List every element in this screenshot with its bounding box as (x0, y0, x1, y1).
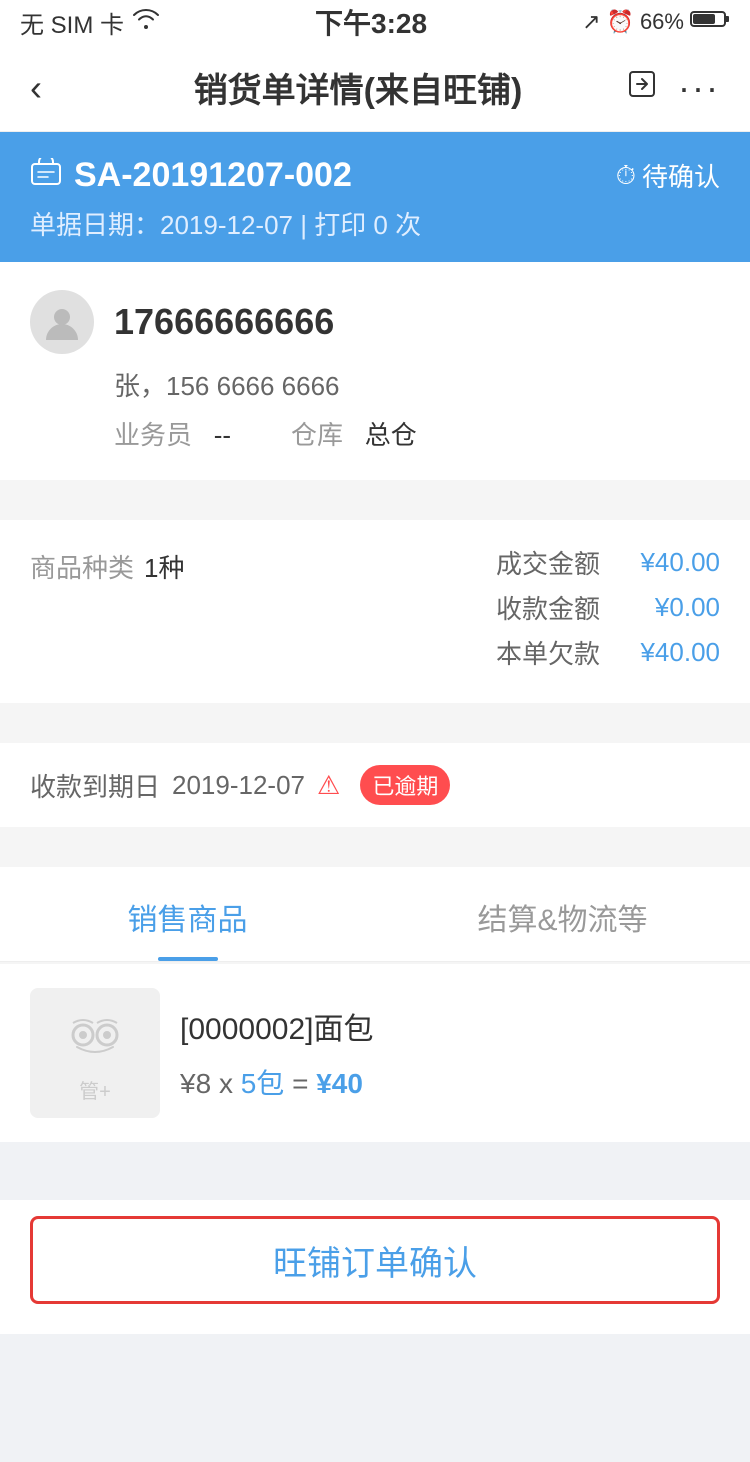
carrier-text: 无 SIM 卡 (20, 5, 124, 40)
product-type-value: 1种 (144, 548, 184, 585)
finance-amounts: 成交金额 ¥40.00 收款金额 ¥0.00 本单欠款 ¥40.00 (496, 544, 720, 679)
nav-actions: ··· (626, 67, 720, 109)
amount-label: 成交金额 (496, 544, 600, 581)
alarm-icon: ⏰ (607, 9, 634, 35)
product-qty: 5包 (241, 1068, 285, 1099)
finance-section: 商品种类 1种 成交金额 ¥40.00 收款金额 ¥0.00 本单欠款 ¥40.… (0, 520, 750, 703)
status-clock-icon: ⏱ (616, 160, 636, 192)
sales-label: 业务员 (114, 420, 192, 450)
confirm-btn-label: 旺铺订单确认 (273, 1236, 477, 1285)
status-right: ↗ ⏰ 66% (582, 9, 730, 35)
product-total: ¥40 (316, 1068, 363, 1099)
order-date: 单据日期：2019-12-07 | 打印 0 次 (30, 205, 720, 242)
tab-settlement-label: 结算&物流等 (477, 904, 647, 937)
due-date-label: 收款到期日 (30, 767, 160, 804)
status-time: 下午3:28 (315, 2, 427, 42)
customer-meta: 业务员 -- 仓库 总仓 (114, 415, 720, 452)
page-title: 销货单详情(来自旺铺) (194, 63, 523, 112)
warehouse-label: 仓库 (291, 420, 343, 450)
product-name: [0000002]面包 (180, 1004, 720, 1048)
debt-row: 本单欠款 ¥40.00 (496, 634, 720, 671)
debt-label: 本单欠款 (496, 634, 600, 671)
customer-phone: 17666666666 (114, 301, 334, 343)
due-date-value: 2019-12-07 (172, 770, 305, 801)
received-label: 收款金额 (496, 589, 600, 626)
amount-row: 成交金额 ¥40.00 (496, 544, 720, 581)
product-type: 商品种类 1种 (30, 544, 184, 585)
confirm-order-button[interactable]: 旺铺订单确认 (30, 1216, 720, 1304)
tab-sales-products[interactable]: 销售商品 (0, 867, 375, 961)
product-multiply: x (219, 1068, 241, 1099)
product-section: 管+ [0000002]面包 ¥8 x 5包 = ¥40 (0, 964, 750, 1142)
tabs-row: 销售商品 结算&物流等 (0, 867, 750, 961)
status-bar: 无 SIM 卡 下午3:28 ↗ ⏰ 66% (0, 0, 750, 44)
amount-value: ¥40.00 (620, 547, 720, 578)
battery-icon (690, 9, 730, 35)
back-button[interactable]: ‹ (30, 67, 90, 109)
status-left: 无 SIM 卡 (20, 5, 160, 40)
product-equals: = (292, 1068, 316, 1099)
product-item: 管+ [0000002]面包 ¥8 x 5包 = ¥40 (30, 988, 720, 1118)
received-row: 收款金额 ¥0.00 (496, 589, 720, 626)
order-status: ⏱ 待确认 (616, 157, 720, 194)
battery-text: 66% (640, 9, 684, 35)
share-icon[interactable] (626, 68, 658, 107)
wifi-icon (132, 8, 160, 36)
order-icon (30, 156, 62, 195)
warehouse-value: 总仓 (365, 420, 417, 450)
customer-section: 17666666666 张，156 6666 6666 业务员 -- 仓库 总仓 (0, 262, 750, 480)
customer-avatar (30, 290, 94, 354)
due-section: 收款到期日 2019-12-07 ⚠ 已逾期 (0, 743, 750, 827)
divider-3 (0, 847, 750, 867)
status-text: 待确认 (642, 157, 720, 194)
order-id-text: SA-20191207-002 (74, 156, 352, 195)
product-type-label: 商品种类 (30, 548, 134, 585)
nav-bar: ‹ 销货单详情(来自旺铺) ··· (0, 44, 750, 132)
divider-1 (0, 500, 750, 520)
overdue-badge: 已逾期 (360, 765, 450, 805)
product-thumbnail: 管+ (30, 988, 160, 1118)
debt-value: ¥40.00 (620, 637, 720, 668)
divider-2 (0, 723, 750, 743)
order-id: SA-20191207-002 (30, 156, 352, 195)
customer-sub: 张，156 6666 6666 (114, 366, 720, 403)
overdue-icon: ⚠ (317, 770, 340, 801)
tabs-section: 销售商品 结算&物流等 (0, 867, 750, 962)
sales-value: -- (214, 420, 231, 450)
tab-settlement[interactable]: 结算&物流等 (375, 867, 750, 961)
tab-sales-label: 销售商品 (128, 904, 248, 937)
product-price: ¥8 (180, 1068, 211, 1099)
location-icon: ↗ (582, 9, 600, 35)
more-icon[interactable]: ··· (678, 67, 720, 109)
order-header: SA-20191207-002 ⏱ 待确认 单据日期：2019-12-07 | … (0, 132, 750, 262)
product-price-row: ¥8 x 5包 = ¥40 (180, 1062, 720, 1102)
product-info: [0000002]面包 ¥8 x 5包 = ¥40 (180, 1004, 720, 1102)
received-value: ¥0.00 (620, 592, 720, 623)
confirm-btn-wrapper: 旺铺订单确认 (0, 1200, 750, 1334)
product-thumb-icon: 管+ (55, 1003, 135, 1104)
